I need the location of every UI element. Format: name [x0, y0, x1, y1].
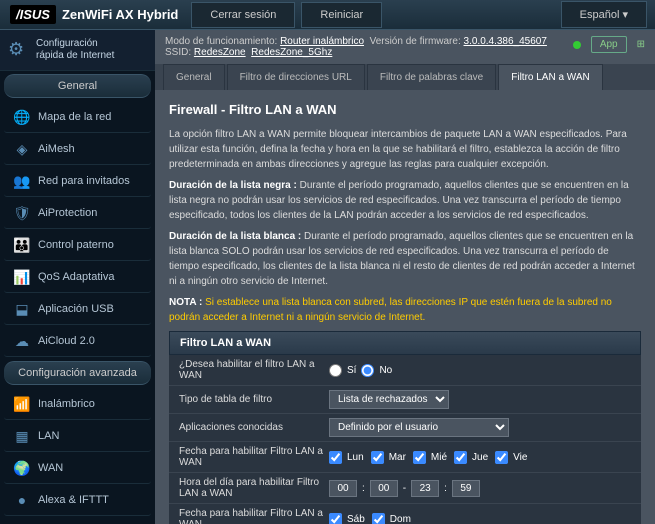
day-Vie-checkbox[interactable]: [495, 451, 508, 464]
enable-no-radio[interactable]: [361, 364, 374, 377]
nav-ipv6[interactable]: ⬢IPv6: [4, 517, 151, 524]
page-title: Firewall - Filtro LAN a WAN: [169, 102, 641, 117]
enable-filter-label: ¿Desea habilitar el filtro LAN a WAN: [179, 359, 329, 381]
nav-icon: ●: [12, 492, 32, 508]
day-Mié-checkbox[interactable]: [413, 451, 426, 464]
nav-icon: 📊: [12, 269, 32, 285]
note-text: NOTA : Si establece una lista blanca con…: [169, 295, 641, 325]
day-Sáb-checkbox[interactable]: [329, 513, 342, 524]
table-type-select[interactable]: Lista de rechazados: [329, 390, 449, 409]
blacklist-text: Duración de la lista negra : Durante el …: [169, 178, 641, 223]
ssid1-link[interactable]: RedesZone: [194, 47, 246, 58]
nav-red-para-invitados[interactable]: 👥Red para invitados: [4, 166, 151, 197]
section-advanced-header: Configuración avanzada: [4, 361, 151, 385]
day-Lun-checkbox[interactable]: [329, 451, 342, 464]
grid-icon[interactable]: ⊞: [637, 39, 645, 50]
sidebar: ⚙ Configuraciónrápida de Internet Genera…: [0, 30, 155, 524]
table-type-label: Tipo de tabla de filtro: [179, 394, 329, 405]
tab-filtro-de-direcciones-url[interactable]: Filtro de direcciones URL: [227, 64, 365, 90]
tab-filtro-de-palabras-clave[interactable]: Filtro de palabras clave: [367, 64, 496, 90]
nav-aiprotection[interactable]: 🛡AiProtection: [4, 198, 151, 229]
firmware-link[interactable]: 3.0.0.4.386_45607: [464, 36, 547, 47]
quick-internet-setup[interactable]: ⚙ Configuraciónrápida de Internet: [0, 30, 155, 71]
time-input[interactable]: [329, 480, 357, 497]
known-apps-select[interactable]: Definido por el usuario: [329, 418, 509, 437]
info-bar: Modo de funcionamiento: Router inalámbri…: [155, 30, 655, 64]
day-Jue-checkbox[interactable]: [454, 451, 467, 464]
status-indicator: [573, 41, 581, 49]
time-input[interactable]: [411, 480, 439, 497]
intro-text: La opción filtro LAN a WAN permite bloqu…: [169, 127, 641, 172]
nav-icon: ▦: [12, 428, 32, 444]
logout-button[interactable]: Cerrar sesión: [191, 2, 295, 28]
date-enable-label: Fecha para habilitar Filtro LAN a WAN: [179, 446, 329, 468]
nav-alexa-ifttt[interactable]: ●Alexa & IFTTT: [4, 485, 151, 516]
reboot-button[interactable]: Reiniciar: [301, 2, 382, 28]
nav-icon: 🌐: [12, 109, 32, 125]
filter-section-header: Filtro LAN a WAN: [169, 331, 641, 355]
nav-icon: ⬓: [12, 301, 32, 317]
enable-yes-radio[interactable]: [329, 364, 342, 377]
day-Dom-checkbox[interactable]: [372, 513, 385, 524]
nav-icon: ☁: [12, 333, 32, 349]
time-input[interactable]: [370, 480, 398, 497]
section-general-header: General: [4, 74, 151, 98]
nav-aplicaci-n-usb[interactable]: ⬓Aplicación USB: [4, 294, 151, 325]
day-Mar-checkbox[interactable]: [371, 451, 384, 464]
nav-icon: ◈: [12, 141, 32, 157]
brand-logo: /ISUS: [10, 5, 56, 24]
model-name: ZenWiFi AX Hybrid: [62, 7, 178, 22]
tab-bar: GeneralFiltro de direcciones URLFiltro d…: [155, 64, 655, 90]
tab-general[interactable]: General: [163, 64, 225, 90]
nav-icon: 📶: [12, 396, 32, 412]
mode-link[interactable]: Router inalámbrico: [280, 36, 364, 47]
content-panel: Modo de funcionamiento: Router inalámbri…: [155, 30, 655, 524]
time-enable-label: Hora del día para habilitar Filtro LAN a…: [179, 477, 329, 499]
logo: /ISUS ZenWiFi AX Hybrid: [0, 5, 188, 24]
nav-inal-mbrico[interactable]: 📶Inalámbrico: [4, 389, 151, 420]
gear-icon: ⚙: [8, 39, 30, 61]
nav-icon: 👥: [12, 173, 32, 189]
nav-mapa-de-la-red[interactable]: 🌐Mapa de la red: [4, 102, 151, 133]
known-apps-label: Aplicaciones conocidas: [179, 422, 329, 433]
top-bar: /ISUS ZenWiFi AX Hybrid Cerrar sesión Re…: [0, 0, 655, 30]
nav-icon: 🛡: [12, 205, 32, 221]
app-badge[interactable]: App: [591, 36, 627, 53]
date-enable-label-2: Fecha para habilitar Filtro LAN a WAN: [179, 508, 329, 524]
nav-aicloud-2-0[interactable]: ☁AiCloud 2.0: [4, 326, 151, 357]
nav-aimesh[interactable]: ◈AiMesh: [4, 134, 151, 165]
time-input[interactable]: [452, 480, 480, 497]
whitelist-text: Duración de la lista blanca : Durante el…: [169, 229, 641, 289]
nav-qos-adaptativa[interactable]: 📊QoS Adaptativa: [4, 262, 151, 293]
nav-icon: 🌍: [12, 460, 32, 476]
ssid2-link[interactable]: RedesZone_5Ghz: [251, 47, 332, 58]
nav-wan[interactable]: 🌍WAN: [4, 453, 151, 484]
nav-control-paterno[interactable]: 👪Control paterno: [4, 230, 151, 261]
nav-lan[interactable]: ▦LAN: [4, 421, 151, 452]
tab-filtro-lan-a-wan[interactable]: Filtro LAN a WAN: [498, 64, 603, 90]
nav-icon: 👪: [12, 237, 32, 253]
language-dropdown[interactable]: Español: [561, 1, 647, 28]
